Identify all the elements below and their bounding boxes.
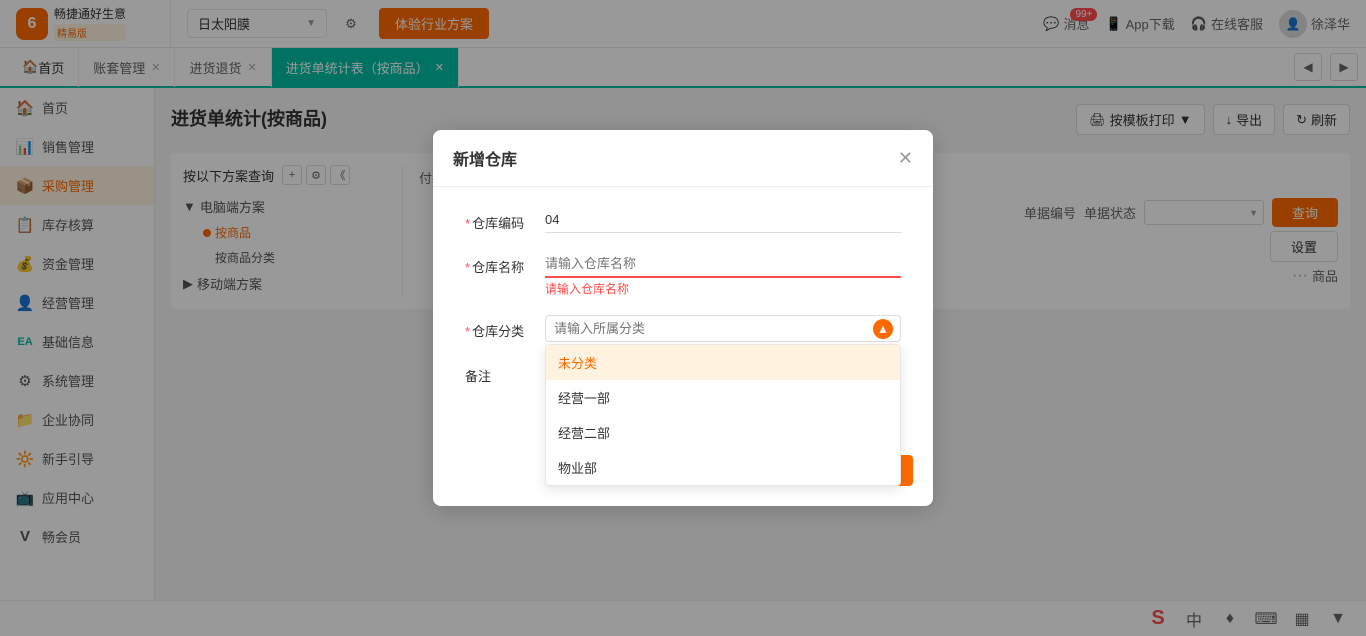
category-label: *仓库分类 [465, 315, 545, 340]
modal-title: 新增仓库 [453, 146, 517, 170]
add-warehouse-modal: 新增仓库 ✕ *仓库编码 *仓库名称 请输入仓库名称 *仓库分类 [433, 130, 933, 506]
modal-header: 新增仓库 ✕ [433, 130, 933, 187]
category-dropdown-list: 未分类 经营一部 经营二部 物业部 [545, 344, 901, 486]
code-control [545, 207, 901, 233]
dropdown-item-uncategorized[interactable]: 未分类 [546, 345, 900, 380]
category-control: ▲ 未分类 经营一部 经营二部 物业部 [545, 315, 901, 342]
note-label: 备注 [465, 360, 545, 385]
category-dropdown-arrow[interactable]: ▲ [873, 319, 893, 339]
warehouse-code-row: *仓库编码 [465, 207, 901, 233]
warehouse-category-row: *仓库分类 ▲ 未分类 经营一部 经营二部 物业部 [465, 315, 901, 342]
dropdown-item-dept3[interactable]: 物业部 [546, 450, 900, 485]
dropdown-item-dept2[interactable]: 经营二部 [546, 415, 900, 450]
code-label: *仓库编码 [465, 207, 545, 232]
category-input[interactable] [545, 315, 901, 342]
name-error-message: 请输入仓库名称 [545, 280, 901, 297]
modal-close-button[interactable]: ✕ [898, 148, 913, 169]
modal-body: *仓库编码 *仓库名称 请输入仓库名称 *仓库分类 ▲ [433, 187, 933, 443]
warehouse-name-input[interactable] [545, 251, 901, 278]
dropdown-item-dept1[interactable]: 经营一部 [546, 380, 900, 415]
name-control: 请输入仓库名称 [545, 251, 901, 297]
category-select-wrap: ▲ [545, 315, 901, 342]
name-label: *仓库名称 [465, 251, 545, 276]
warehouse-code-input[interactable] [545, 207, 901, 233]
warehouse-name-row: *仓库名称 请输入仓库名称 [465, 251, 901, 297]
